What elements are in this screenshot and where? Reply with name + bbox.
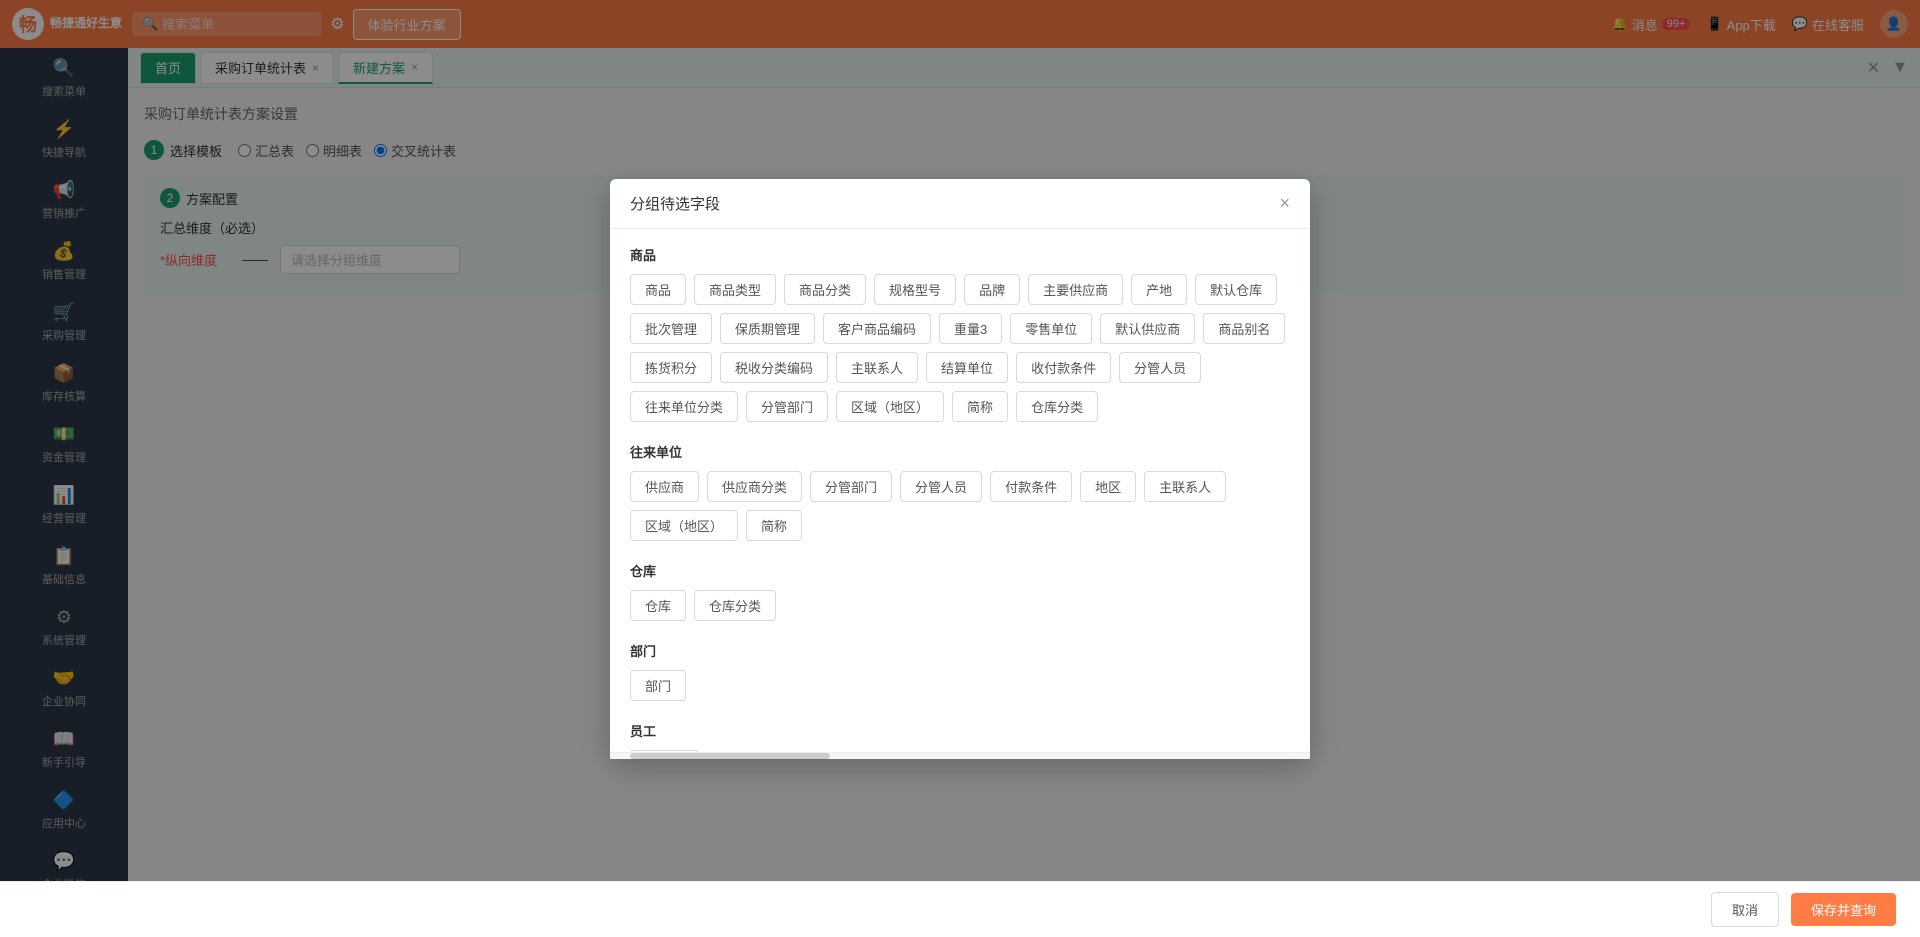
field-tag-0-15[interactable]: 拣货积分 (630, 352, 712, 383)
field-tags-2: 仓库仓库分类 (630, 590, 1290, 621)
cancel-button[interactable]: 取消 (1711, 892, 1779, 927)
modal-header: 分组待选字段 × (610, 179, 1310, 229)
field-tag-1-5[interactable]: 地区 (1080, 471, 1136, 502)
field-tag-1-4[interactable]: 付款条件 (990, 471, 1072, 502)
field-tag-3-0[interactable]: 部门 (630, 670, 686, 701)
field-section-title-1: 往来单位 (630, 442, 1290, 461)
save-button[interactable]: 保存并查询 (1791, 893, 1896, 926)
field-tag-0-0[interactable]: 商品 (630, 274, 686, 305)
field-section-title-3: 部门 (630, 641, 1290, 660)
field-tag-0-25[interactable]: 仓库分类 (1016, 391, 1098, 422)
field-tag-0-21[interactable]: 往来单位分类 (630, 391, 738, 422)
field-tag-0-12[interactable]: 零售单位 (1010, 313, 1092, 344)
field-tag-1-7[interactable]: 区域（地区） (630, 510, 738, 541)
field-tags-3: 部门 (630, 670, 1290, 701)
field-tag-0-9[interactable]: 保质期管理 (720, 313, 815, 344)
field-tag-0-10[interactable]: 客户商品编码 (823, 313, 931, 344)
field-tag-0-4[interactable]: 品牌 (964, 274, 1020, 305)
field-tag-1-2[interactable]: 分管部门 (810, 471, 892, 502)
field-tag-0-11[interactable]: 重量3 (939, 313, 1002, 344)
field-section-1: 往来单位供应商供应商分类分管部门分管人员付款条件地区主联系人区域（地区） 简称 (630, 442, 1290, 541)
field-tag-0-5[interactable]: 主要供应商 (1028, 274, 1123, 305)
field-section-title-0: 商品 (630, 245, 1290, 264)
field-tag-0-20[interactable]: 分管人员 (1119, 352, 1201, 383)
field-section-title-4: 员工 (630, 721, 1290, 740)
field-tag-0-24[interactable]: 简称 (952, 391, 1008, 422)
bottom-bar: 取消 保存并查询 (0, 881, 1920, 937)
field-tags-0: 商品商品类型商品分类规格型号品牌主要供应商产地默认仓库批次管理保质期管理客户商品… (630, 274, 1290, 422)
modal-hscroll-thumb[interactable] (630, 753, 830, 759)
field-tag-1-1[interactable]: 供应商分类 (707, 471, 802, 502)
field-tag-2-1[interactable]: 仓库分类 (694, 590, 776, 621)
field-tag-2-0[interactable]: 仓库 (630, 590, 686, 621)
field-tag-1-3[interactable]: 分管人员 (900, 471, 982, 502)
field-tag-0-16[interactable]: 税收分类编码 (720, 352, 828, 383)
field-section-title-2: 仓库 (630, 561, 1290, 580)
field-tag-0-8[interactable]: 批次管理 (630, 313, 712, 344)
field-tag-0-7[interactable]: 默认仓库 (1195, 274, 1277, 305)
field-tag-0-18[interactable]: 结算单位 (926, 352, 1008, 383)
modal-close-btn[interactable]: × (1279, 194, 1290, 212)
field-tag-1-0[interactable]: 供应商 (630, 471, 699, 502)
field-tag-1-8[interactable]: 简称 (746, 510, 802, 541)
field-tag-0-3[interactable]: 规格型号 (874, 274, 956, 305)
modal-title: 分组待选字段 (630, 193, 720, 214)
modal-body[interactable]: 商品商品商品类型商品分类规格型号品牌主要供应商产地默认仓库批次管理保质期管理客户… (610, 229, 1310, 753)
field-tag-0-17[interactable]: 主联系人 (836, 352, 918, 383)
field-tag-0-1[interactable]: 商品类型 (694, 274, 776, 305)
field-section-3: 部门部门 (630, 641, 1290, 701)
field-section-0: 商品商品商品类型商品分类规格型号品牌主要供应商产地默认仓库批次管理保质期管理客户… (630, 245, 1290, 422)
field-tag-0-23[interactable]: 区域（地区） (836, 391, 944, 422)
field-tag-0-13[interactable]: 默认供应商 (1100, 313, 1195, 344)
field-tag-0-6[interactable]: 产地 (1131, 274, 1187, 305)
field-tags-1: 供应商供应商分类分管部门分管人员付款条件地区主联系人区域（地区） 简称 (630, 471, 1290, 541)
field-tag-0-2[interactable]: 商品分类 (784, 274, 866, 305)
field-tag-0-22[interactable]: 分管部门 (746, 391, 828, 422)
field-tag-1-6[interactable]: 主联系人 (1144, 471, 1226, 502)
field-section-4: 员工业务员 (630, 721, 1290, 753)
field-tag-0-19[interactable]: 收付款条件 (1016, 352, 1111, 383)
modal-hscrollbar[interactable] (610, 752, 1310, 758)
field-tag-0-14[interactable]: 商品别名 (1203, 313, 1285, 344)
field-select-modal: 分组待选字段 × 商品商品商品类型商品分类规格型号品牌主要供应商产地默认仓库批次… (610, 179, 1310, 759)
field-section-2: 仓库仓库仓库分类 (630, 561, 1290, 621)
